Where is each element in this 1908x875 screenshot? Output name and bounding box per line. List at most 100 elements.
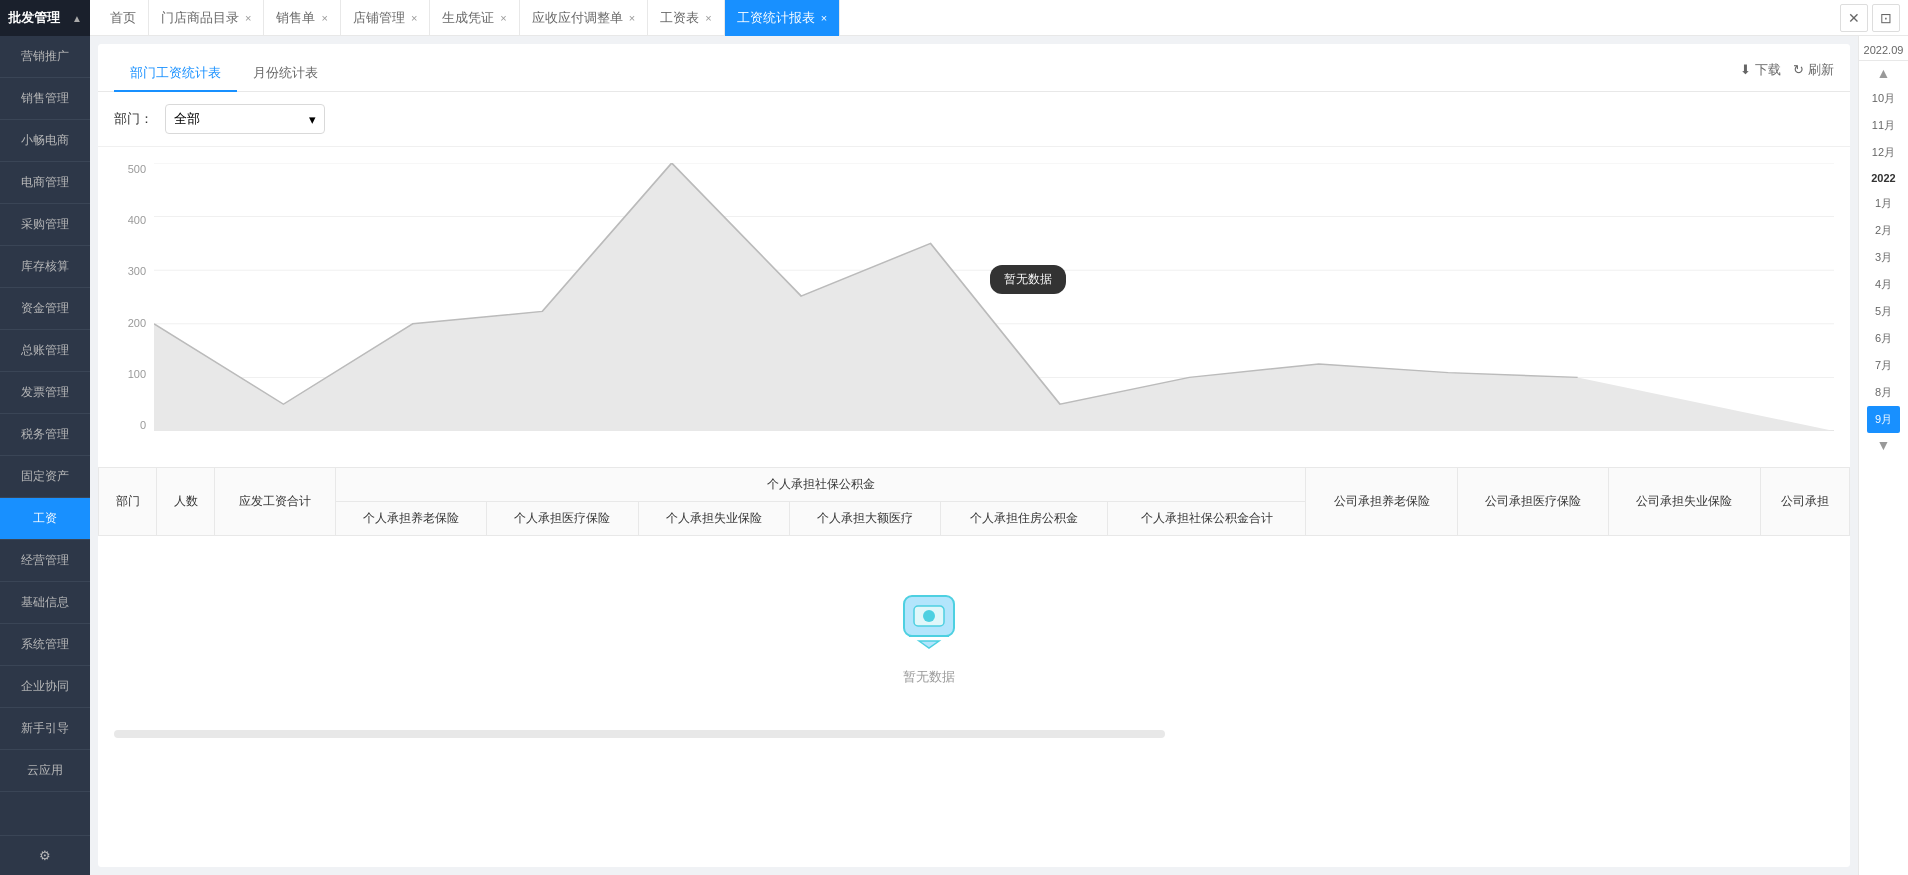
table-empty-cell: 暂无数据 (99, 536, 1761, 727)
timeline-down-nav[interactable]: ▼ (1873, 433, 1895, 457)
filter-dept-label: 部门： (114, 110, 153, 128)
svg-marker-11 (919, 641, 939, 648)
tab-close-3[interactable]: × (411, 12, 417, 24)
sub-tab-0[interactable]: 部门工资统计表 (114, 56, 237, 92)
timeline-month-9月[interactable]: 9月 (1867, 406, 1899, 433)
sub-tab-actions: ⬇ 下载 ↻ 刷新 (1740, 61, 1834, 87)
tab-label-3: 店铺管理 (353, 9, 405, 27)
tab-item-4[interactable]: 生成凭证 × (430, 0, 519, 36)
chart-container: 5004003002001000 (114, 163, 1834, 451)
y-axis-label: 500 (128, 163, 146, 175)
dept-select[interactable]: 全部 ▾ (165, 104, 325, 134)
data-table: 部门 人数 应发工资合计 个人承担社保公积金 公司承担养老保险 公司承担医疗保险… (98, 467, 1850, 726)
content-area: 部门工资统计表月份统计表 ⬇ 下载 ↻ 刷新 部门： 全部 ▾ (90, 36, 1908, 875)
tab-label-2: 销售单 (276, 9, 315, 27)
filter-bar: 部门： 全部 ▾ (98, 92, 1850, 147)
tab-close-1[interactable]: × (245, 12, 251, 24)
chart-area: 5004003002001000 (98, 147, 1850, 467)
y-axis-label: 200 (128, 317, 146, 329)
sidebar-item-营销推广[interactable]: 营销推广 (0, 36, 90, 78)
tab-close-6[interactable]: × (705, 12, 711, 24)
tab-item-6[interactable]: 工资表 × (648, 0, 724, 36)
th-personal-total: 个人承担社保公积金合计 (1108, 502, 1306, 536)
sidebar-item-电商管理[interactable]: 电商管理 (0, 162, 90, 204)
no-data-tooltip: 暂无数据 (990, 265, 1066, 294)
sidebar-item-基础信息[interactable]: 基础信息 (0, 582, 90, 624)
tab-item-2[interactable]: 销售单 × (264, 0, 340, 36)
tab-close-2[interactable]: × (321, 12, 327, 24)
timeline-month-8月[interactable]: 8月 (1867, 379, 1899, 406)
svg-point-9 (923, 610, 935, 622)
sidebar-item-经营管理[interactable]: 经营管理 (0, 540, 90, 582)
sidebar-item-采购管理[interactable]: 采购管理 (0, 204, 90, 246)
tab-item-5[interactable]: 应收应付调整单× (520, 0, 648, 36)
tab-label-7: 工资统计报表 (737, 9, 815, 27)
tab-item-0[interactable]: 首页 (98, 0, 149, 36)
sub-tabs: 部门工资统计表月份统计表 ⬇ 下载 ↻ 刷新 (98, 44, 1850, 92)
timeline-month-3月[interactable]: 3月 (1867, 244, 1899, 271)
tab-label-0: 首页 (110, 9, 136, 27)
tab-close-7[interactable]: × (821, 12, 827, 24)
sidebar-item-固定资产[interactable]: 固定资产 (0, 456, 90, 498)
sidebar-item-新手引导[interactable]: 新手引导 (0, 708, 90, 750)
sidebar-footer-settings[interactable]: ⚙ (0, 835, 90, 875)
chevron-down-icon: ▾ (309, 112, 316, 127)
th-company-medical: 公司承担医疗保险 (1457, 468, 1608, 536)
y-axis-label: 300 (128, 265, 146, 277)
sub-tab-1[interactable]: 月份统计表 (237, 56, 334, 92)
th-personal-major-medical: 个人承担大额医疗 (790, 502, 941, 536)
timeline-up-nav[interactable]: ▲ (1873, 61, 1895, 85)
right-sidebar-timeline: 2022.09 ▲ 10月11月12月20221月2月3月4月5月6月7月8月9… (1858, 36, 1908, 875)
tab-item-3[interactable]: 店铺管理 × (341, 0, 430, 36)
tab-item-1[interactable]: 门店商品目录 × (149, 0, 264, 36)
sidebar-item-税务管理[interactable]: 税务管理 (0, 414, 90, 456)
table-wrapper[interactable]: 部门 人数 应发工资合计 个人承担社保公积金 公司承担养老保险 公司承担医疗保险… (98, 467, 1850, 867)
th-personal-unemployment: 个人承担失业保险 (638, 502, 789, 536)
close-window-btn[interactable]: ✕ (1840, 4, 1868, 32)
table-scroll-bar[interactable] (114, 730, 1165, 738)
tab-label-4: 生成凭证 (442, 9, 494, 27)
y-axis-label: 400 (128, 214, 146, 226)
sidebar-item-企业协同[interactable]: 企业协同 (0, 666, 90, 708)
tab-close-4[interactable]: × (500, 12, 506, 24)
timeline-month-7月[interactable]: 7月 (1867, 352, 1899, 379)
sidebar-title: 批发管理 (8, 9, 60, 27)
th-personal-insurance: 个人承担社保公积金 (335, 468, 1306, 502)
timeline-month-12月[interactable]: 12月 (1867, 139, 1899, 166)
sidebar-item-资金管理[interactable]: 资金管理 (0, 288, 90, 330)
timeline-month-10月[interactable]: 10月 (1867, 85, 1899, 112)
tab-close-5[interactable]: × (629, 12, 635, 24)
th-headcount: 人数 (157, 468, 215, 536)
sidebar-item-云应用[interactable]: 云应用 (0, 750, 90, 792)
sidebar-item-总账管理[interactable]: 总账管理 (0, 330, 90, 372)
sidebar-item-销售管理[interactable]: 销售管理 (0, 78, 90, 120)
tab-item-7[interactable]: 工资统计报表 × (725, 0, 840, 36)
timeline-month-1月[interactable]: 1月 (1867, 190, 1899, 217)
sidebar-header[interactable]: 批发管理 ▲ (0, 0, 90, 36)
timeline-month-6月[interactable]: 6月 (1867, 325, 1899, 352)
timeline-month-4月[interactable]: 4月 (1867, 271, 1899, 298)
empty-icon (889, 576, 969, 656)
timeline-current-label: 2022.09 (1859, 40, 1908, 61)
sidebar-item-工资[interactable]: 工资 (0, 498, 90, 540)
timeline-month-5月[interactable]: 5月 (1867, 298, 1899, 325)
sidebar-arrow-icon: ▲ (72, 13, 82, 24)
tab-label-6: 工资表 (660, 9, 699, 27)
th-personal-housing: 个人承担住房公积金 (941, 502, 1108, 536)
sidebar-item-库存核算[interactable]: 库存核算 (0, 246, 90, 288)
timeline-month-11月[interactable]: 11月 (1867, 112, 1899, 139)
th-company-old: 公司承担养老保险 (1306, 468, 1457, 536)
sidebar-item-系统管理[interactable]: 系统管理 (0, 624, 90, 666)
refresh-label: 刷新 (1808, 61, 1834, 79)
sidebar-item-小畅电商[interactable]: 小畅电商 (0, 120, 90, 162)
sidebar: 批发管理 ▲ 营销推广销售管理小畅电商电商管理采购管理库存核算资金管理总账管理发… (0, 0, 90, 875)
download-button[interactable]: ⬇ 下载 (1740, 61, 1781, 79)
tab-bar-end: ✕ ⊡ (1840, 4, 1900, 32)
refresh-button[interactable]: ↻ 刷新 (1793, 61, 1834, 79)
timeline-month-2月[interactable]: 2月 (1867, 217, 1899, 244)
timeline-year-2022: 2022 (1867, 166, 1899, 190)
tab-label-1: 门店商品目录 (161, 9, 239, 27)
empty-text: 暂无数据 (903, 668, 955, 686)
restore-window-btn[interactable]: ⊡ (1872, 4, 1900, 32)
sidebar-item-发票管理[interactable]: 发票管理 (0, 372, 90, 414)
